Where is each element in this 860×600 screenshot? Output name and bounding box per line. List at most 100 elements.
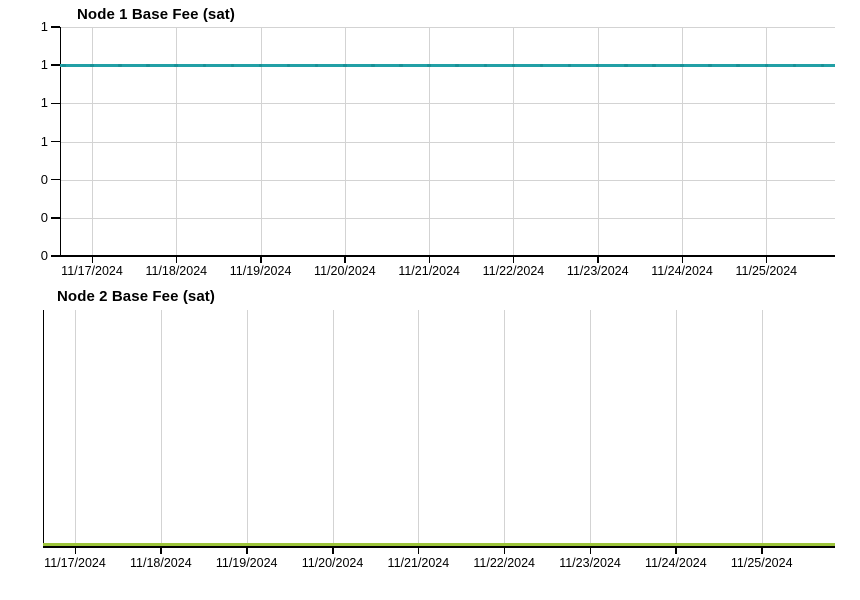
- data-point-marker: [371, 63, 375, 67]
- gridline-horizontal: [60, 179, 835, 181]
- data-point-marker: [764, 63, 768, 67]
- data-point-marker: [595, 63, 600, 67]
- data-point-marker: [539, 63, 544, 67]
- series-line-node1: [60, 63, 835, 67]
- x-tick-mark: [246, 547, 248, 554]
- x-tick-mark: [428, 256, 431, 263]
- x-tick-mark: [260, 256, 262, 263]
- x-tick-label: 11/22/2024: [473, 556, 536, 570]
- y-tick-mark: [51, 26, 60, 28]
- data-point-marker: [174, 63, 178, 67]
- x-tick-mark: [91, 256, 93, 263]
- data-point-marker: [118, 63, 122, 67]
- x-tick-label: 11/24/2024: [645, 556, 707, 570]
- gridline-vertical: [761, 310, 763, 546]
- gridline-vertical: [682, 27, 684, 255]
- y-tick-label: 1: [40, 133, 48, 149]
- data-point-marker: [146, 63, 150, 67]
- chart-node1-base-fee: Node 1 Base Fee (sat) 11/17/2024 11/18/20…: [0, 0, 860, 600]
- x-tick-mark: [175, 256, 178, 263]
- gridline-vertical: [418, 310, 420, 546]
- x-tick-label: 11/25/2024: [730, 556, 793, 570]
- data-point-marker: [708, 63, 712, 67]
- x-axis-line: [60, 255, 835, 257]
- data-point-marker: [736, 63, 740, 67]
- x-tick-label: 11/17/2024: [44, 556, 106, 570]
- y-tick-label: 1: [40, 57, 48, 73]
- gridline-vertical: [176, 27, 178, 255]
- charts-page: Node 1 Base Fee (sat) 11/17/2024 11/18/20…: [0, 0, 860, 600]
- chart-title-node1: Node 1 Base Fee (sat): [77, 6, 235, 23]
- series-line-node2: [43, 543, 835, 546]
- x-tick-mark: [332, 547, 334, 554]
- gridline-vertical: [429, 27, 431, 255]
- gridline-horizontal: [60, 217, 835, 219]
- y-axis-line: [59, 27, 61, 256]
- x-tick-label: 11/18/2024: [145, 264, 208, 278]
- data-point-marker: [314, 63, 319, 67]
- y-tick-label: 1: [40, 19, 48, 35]
- x-tick-mark: [503, 547, 506, 554]
- data-point-marker: [90, 63, 94, 67]
- x-tick-label: 11/18/2024: [130, 556, 192, 570]
- data-point-marker: [455, 63, 459, 67]
- x-tick-mark: [344, 256, 346, 263]
- x-tick-label: 11/20/2024: [301, 556, 364, 570]
- data-point-marker: [652, 63, 656, 67]
- gridline-vertical: [513, 27, 515, 255]
- data-point-marker: [624, 63, 628, 67]
- y-tick-label: 1: [40, 95, 48, 111]
- chart-title-node2: Node 2 Base Fee (sat): [57, 288, 215, 305]
- gridline-vertical: [597, 27, 599, 255]
- y-tick-mark: [51, 178, 60, 181]
- gridline-vertical: [160, 310, 162, 546]
- x-tick-label: 11/24/2024: [651, 264, 713, 278]
- x-tick-mark: [597, 256, 599, 263]
- plot-area-node2: 11/17/2024 11/18/2024 11/19/2024 11/20/2024…: [42, 310, 835, 570]
- y-tick-label: 0: [40, 171, 48, 187]
- data-point-marker: [230, 63, 235, 67]
- x-tick-mark: [74, 547, 76, 554]
- plot-area-node1: 11/17/2024 11/18/2024 11/19/2024 11/20/2024…: [41, 19, 835, 278]
- data-point-marker: [427, 63, 431, 67]
- gridline-vertical: [766, 27, 768, 255]
- x-tick-mark: [589, 547, 592, 554]
- gridline-vertical: [590, 310, 592, 546]
- y-tick-mark: [51, 140, 60, 143]
- x-tick-mark: [675, 547, 677, 554]
- gridline-vertical: [504, 310, 506, 546]
- gridline-vertical: [246, 310, 248, 546]
- data-point-marker: [399, 63, 403, 67]
- gridline-vertical: [260, 27, 262, 255]
- x-tick-label: 11/25/2024: [735, 264, 798, 278]
- x-tick-label: 11/17/2024: [61, 264, 123, 278]
- x-tick-mark: [512, 256, 515, 263]
- gridline-vertical: [332, 310, 334, 546]
- y-tick-mark: [51, 64, 60, 66]
- y-axis-line: [42, 310, 44, 547]
- x-tick-label: 11/20/2024: [314, 264, 376, 278]
- x-axis-line: [43, 546, 835, 548]
- gridline-vertical: [675, 310, 677, 546]
- x-tick-label: 11/21/2024: [398, 264, 460, 278]
- x-tick-mark: [765, 256, 768, 263]
- gridline-horizontal: [60, 141, 835, 143]
- y-tick-mark: [51, 217, 60, 219]
- x-tick-label: 11/19/2024: [215, 556, 278, 570]
- gridline-horizontal: [60, 65, 835, 67]
- y-tick-label: 0: [40, 210, 48, 226]
- x-tick-mark: [160, 547, 162, 554]
- x-tick-label: 11/23/2024: [566, 264, 629, 278]
- data-point-marker: [567, 63, 572, 67]
- data-point-marker: [511, 63, 516, 67]
- x-tick-label: 11/22/2024: [482, 264, 545, 278]
- x-tick-mark: [761, 547, 763, 554]
- data-point-marker: [820, 63, 825, 67]
- data-point-marker: [483, 63, 487, 67]
- gridline-vertical: [92, 27, 93, 255]
- chart-node2-base-fee: Node 2 Base Fee (sat) 11/17/2024 11/18/20…: [0, 0, 860, 600]
- data-point-marker: [343, 63, 347, 67]
- data-point-marker: [286, 63, 291, 67]
- y-tick-label: 0: [40, 248, 48, 264]
- data-point-marker: [258, 63, 263, 67]
